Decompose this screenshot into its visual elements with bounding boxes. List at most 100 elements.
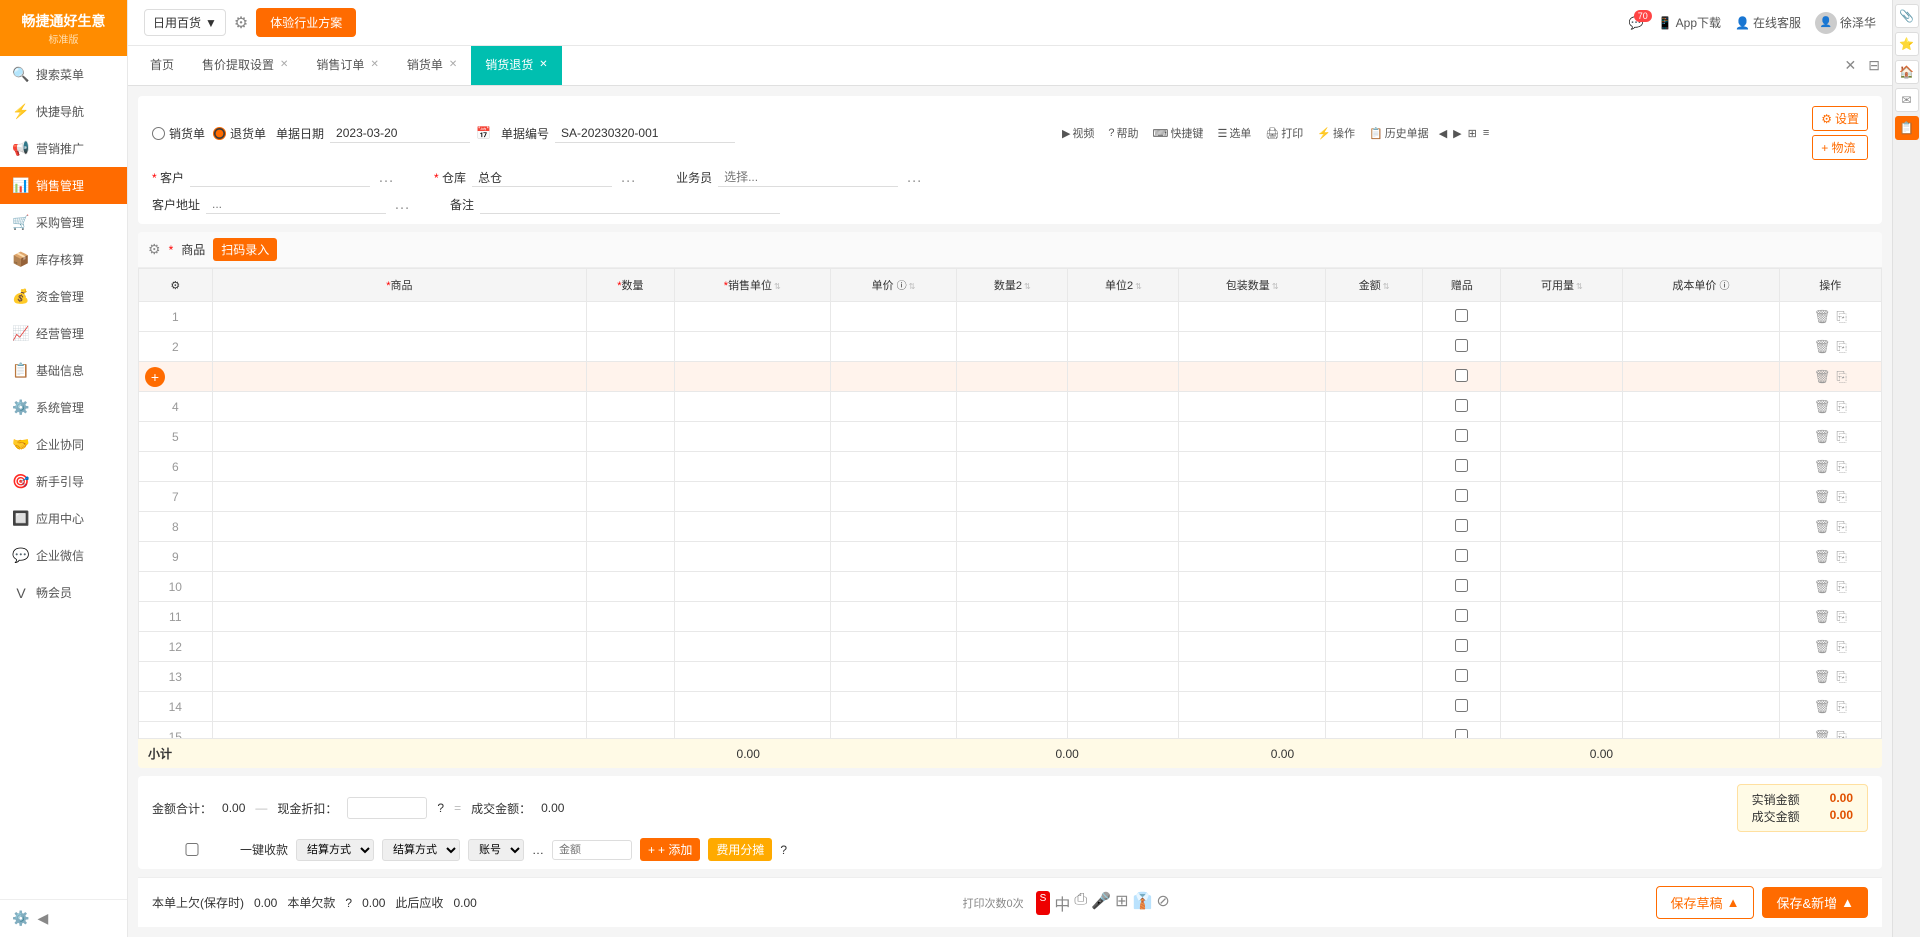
radio-return-input[interactable]: [213, 127, 226, 140]
cost-price-cell[interactable]: [1623, 482, 1779, 512]
app-download-btn[interactable]: 📱 App下载: [1658, 14, 1721, 31]
gift-checkbox-11[interactable]: [1455, 609, 1468, 622]
product-cell[interactable]: [212, 392, 587, 422]
price-cell[interactable]: [830, 602, 957, 632]
history-btn[interactable]: 📋历史单据: [1365, 123, 1433, 143]
settings-btn[interactable]: ⚙ 设置: [1812, 106, 1868, 131]
product-cell[interactable]: [212, 632, 587, 662]
product-input-1[interactable]: [219, 310, 581, 324]
price-cell[interactable]: [830, 302, 957, 332]
unit2-cell[interactable]: [1068, 602, 1179, 632]
taskbar-icon-z[interactable]: 中: [1054, 891, 1070, 915]
qty2-cell[interactable]: [957, 512, 1068, 542]
note-input[interactable]: [480, 195, 780, 214]
gift-checkbox-5[interactable]: [1455, 429, 1468, 442]
amount-cell[interactable]: [1325, 512, 1422, 542]
copy-icon-8[interactable]: ⎘: [1836, 519, 1846, 535]
unit2-cell[interactable]: [1068, 542, 1179, 572]
copy-icon-5[interactable]: ⎘: [1836, 429, 1846, 445]
cost-price-cell[interactable]: [1623, 542, 1779, 572]
unit-cell[interactable]: [674, 692, 830, 722]
product-cell[interactable]: [212, 512, 587, 542]
quantity-cell[interactable]: [587, 692, 675, 722]
product-input-6[interactable]: [219, 460, 581, 474]
sidebar-item-enterprise[interactable]: 🤝企业协同: [0, 426, 127, 463]
amount-cell[interactable]: [1325, 602, 1422, 632]
unit-cell[interactable]: [674, 632, 830, 662]
unit2-cell[interactable]: [1068, 332, 1179, 362]
sidebar-item-inventory[interactable]: 📦库存核算: [0, 241, 127, 278]
quantity-cell[interactable]: [587, 362, 675, 392]
unit2-cell[interactable]: [1068, 422, 1179, 452]
unit-cell[interactable]: [674, 662, 830, 692]
shortcut-btn[interactable]: ⌨快捷键: [1149, 123, 1208, 143]
qty2-cell[interactable]: [957, 632, 1068, 662]
message-btn[interactable]: 💬 70: [1629, 16, 1644, 30]
nav-prev-icon[interactable]: ◀: [1439, 127, 1447, 140]
price-cell[interactable]: [830, 362, 957, 392]
product-cell[interactable]: [212, 482, 587, 512]
staff-input[interactable]: [718, 168, 898, 187]
sidebar-item-guide[interactable]: 🎯新手引导: [0, 463, 127, 500]
gift-checkbox-8[interactable]: [1455, 519, 1468, 532]
cost-price-cell[interactable]: [1623, 302, 1779, 332]
amount-cell[interactable]: [1325, 572, 1422, 602]
qty2-cell[interactable]: [957, 452, 1068, 482]
amount-cell[interactable]: [1325, 722, 1422, 739]
customer-dots-icon[interactable]: …: [378, 169, 394, 187]
quantity-cell[interactable]: [587, 482, 675, 512]
cash-discount-input[interactable]: [347, 797, 427, 819]
available-cell[interactable]: [1501, 482, 1623, 512]
gift-checkbox-3[interactable]: [1455, 369, 1468, 382]
delete-icon-7[interactable]: 🗑: [1814, 489, 1831, 505]
price-cell[interactable]: [830, 332, 957, 362]
copy-icon-10[interactable]: ⎘: [1836, 579, 1846, 595]
amount-cell[interactable]: [1325, 302, 1422, 332]
tab-price-setup[interactable]: 售价提取设置✕: [188, 46, 302, 85]
video-btn[interactable]: ▶视频: [1058, 123, 1098, 143]
price-cell[interactable]: [830, 512, 957, 542]
warehouse-dots-icon[interactable]: …: [620, 169, 636, 187]
amount-cell[interactable]: [1325, 452, 1422, 482]
select-order-btn[interactable]: ☰选单: [1213, 123, 1255, 143]
sidebar-item-purchase[interactable]: 🛒采购管理: [0, 204, 127, 241]
unit2-cell[interactable]: [1068, 302, 1179, 332]
save-new-btn[interactable]: 保存&新增 ▲: [1762, 887, 1868, 918]
cost-price-cell[interactable]: [1623, 692, 1779, 722]
delete-icon-11[interactable]: 🗑: [1814, 609, 1831, 625]
unit-cell[interactable]: [674, 722, 830, 739]
gift-checkbox-4[interactable]: [1455, 399, 1468, 412]
tab-sales-order[interactable]: 销售订单✕: [302, 46, 392, 85]
unit-cell[interactable]: [674, 542, 830, 572]
taskbar-icon-2[interactable]: ⎙: [1074, 891, 1087, 915]
unit-cell[interactable]: [674, 512, 830, 542]
quantity-cell[interactable]: [587, 392, 675, 422]
experience-btn[interactable]: 体验行业方案: [256, 8, 356, 37]
delete-icon-1[interactable]: 🗑: [1814, 309, 1831, 325]
pack-qty-cell[interactable]: [1179, 602, 1325, 632]
industry-select[interactable]: 日用百货 ▼: [144, 9, 226, 36]
close-tab-icon[interactable]: ✕: [1841, 55, 1861, 76]
customer-input[interactable]: [190, 168, 370, 187]
quantity-cell[interactable]: [587, 632, 675, 662]
print-btn[interactable]: 🖨打印: [1261, 123, 1307, 143]
qty2-cell[interactable]: [957, 572, 1068, 602]
cost-price-cell[interactable]: [1623, 392, 1779, 422]
sidebar-item-shortcut[interactable]: ⚡快捷导航: [0, 93, 127, 130]
copy-icon-3[interactable]: ⎘: [1836, 369, 1846, 385]
product-input-7[interactable]: [219, 490, 581, 504]
tab-sales-return[interactable]: 销货退货✕: [471, 46, 561, 85]
available-cell[interactable]: [1501, 362, 1623, 392]
product-cell[interactable]: [212, 422, 587, 452]
taskbar-icon-5[interactable]: 👔: [1132, 891, 1152, 915]
available-cell[interactable]: [1501, 392, 1623, 422]
product-input-15[interactable]: [219, 730, 581, 739]
product-cell[interactable]: [212, 332, 587, 362]
sidebar-item-operations[interactable]: 📈经营管理: [0, 315, 127, 352]
copy-icon-7[interactable]: ⎘: [1836, 489, 1846, 505]
unit2-cell[interactable]: [1068, 572, 1179, 602]
delete-icon-4[interactable]: 🗑: [1814, 399, 1831, 415]
right-panel-btn-5[interactable]: 📋: [1895, 116, 1919, 140]
amount-cell[interactable]: [1325, 392, 1422, 422]
unit-cell[interactable]: [674, 392, 830, 422]
